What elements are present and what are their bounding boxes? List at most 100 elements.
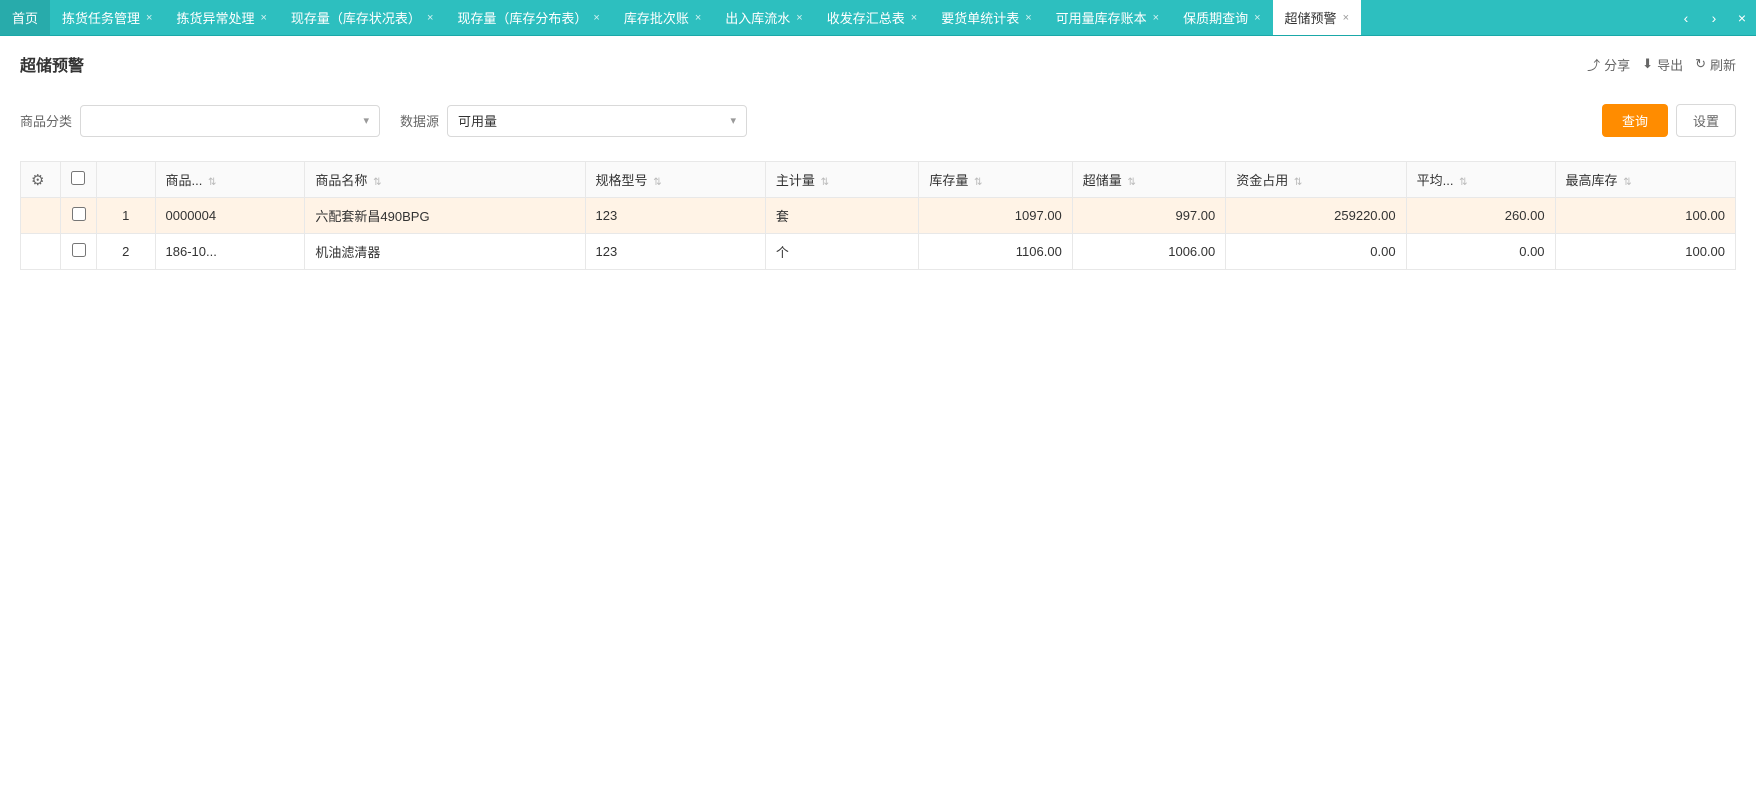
refresh-label: 刷新 <box>1710 55 1736 74</box>
nav-inout-flow-label: 出入库流水 <box>725 8 790 27</box>
th-stock[interactable]: 库存量 ⇅ <box>919 162 1072 198</box>
nav-stock-dist[interactable]: 现存量（库存分布表） × <box>445 0 611 36</box>
td-max-stock: 100.00 <box>1555 234 1735 270</box>
sort-stock-icon: ⇅ <box>974 177 982 188</box>
nav-next-button[interactable]: › <box>1700 0 1728 36</box>
td-product-name: 六配套新昌490BPG <box>305 198 585 234</box>
sort-spec-icon: ⇅ <box>653 177 661 188</box>
th-settings[interactable]: ⚙ <box>21 162 61 198</box>
table-header-row: ⚙ 商品... ⇅ 商品名称 ⇅ 规格型号 ⇅ <box>21 162 1736 198</box>
nav-inout-flow-close[interactable]: × <box>796 12 802 24</box>
td-unit: 个 <box>765 234 918 270</box>
nav-order-stats[interactable]: 要货单统计表 × <box>929 0 1043 36</box>
query-button[interactable]: 查询 <box>1602 104 1668 137</box>
nav-stock-status-close[interactable]: × <box>427 12 433 24</box>
data-table: ⚙ 商品... ⇅ 商品名称 ⇅ 规格型号 ⇅ <box>20 161 1736 270</box>
nav-pick-task-label: 拣货任务管理 <box>62 8 140 27</box>
th-unit[interactable]: 主计量 ⇅ <box>765 162 918 198</box>
nav-stock-status-label: 现存量（库存状况表） <box>291 8 421 27</box>
td-unit: 套 <box>765 198 918 234</box>
td-num: 2 <box>97 234 156 270</box>
nav-overstock-warning[interactable]: 超储预警 × <box>1273 0 1361 36</box>
export-button[interactable]: ⬇ 导出 <box>1642 55 1683 74</box>
settings-button[interactable]: 设置 <box>1676 104 1736 137</box>
th-check <box>61 162 97 198</box>
th-spec[interactable]: 规格型号 ⇅ <box>585 162 765 198</box>
td-capital: 0.00 <box>1226 234 1406 270</box>
select-all-checkbox[interactable] <box>71 171 85 185</box>
th-max-stock[interactable]: 最高库存 ⇅ <box>1555 162 1735 198</box>
nav-stock-status[interactable]: 现存量（库存状况表） × <box>279 0 445 36</box>
td-check-cell[interactable] <box>61 234 97 270</box>
category-chevron-icon: ▾ <box>363 114 369 127</box>
export-label: 导出 <box>1657 55 1683 74</box>
category-select[interactable]: ▾ <box>80 105 380 137</box>
datasource-label: 数据源 <box>400 111 439 130</box>
nav-overstock-warning-close[interactable]: × <box>1343 12 1349 24</box>
td-overstock: 997.00 <box>1072 198 1225 234</box>
sort-max-stock-icon: ⇅ <box>1623 177 1631 188</box>
td-overstock: 1006.00 <box>1072 234 1225 270</box>
gear-icon[interactable]: ⚙ <box>31 172 44 189</box>
refresh-button[interactable]: ↻ 刷新 <box>1695 55 1736 74</box>
row-checkbox-0[interactable] <box>72 207 86 221</box>
nav-pick-task[interactable]: 拣货任务管理 × <box>50 0 164 36</box>
td-num: 1 <box>97 198 156 234</box>
share-button[interactable]: ⤴ 分享 <box>1587 55 1630 74</box>
th-product-code[interactable]: 商品... ⇅ <box>155 162 305 198</box>
th-overstock[interactable]: 超储量 ⇅ <box>1072 162 1225 198</box>
nav-inout-flow[interactable]: 出入库流水 × <box>713 0 814 36</box>
nav-pick-exception[interactable]: 拣货异常处理 × <box>164 0 278 36</box>
sort-avg-price-icon: ⇅ <box>1459 177 1467 188</box>
th-product-name[interactable]: 商品名称 ⇅ <box>305 162 585 198</box>
nav-stock-dist-label: 现存量（库存分布表） <box>457 8 587 27</box>
page-header: 超储预警 ⤴ 分享 ⬇ 导出 ↻ 刷新 <box>20 52 1736 76</box>
td-avg-price: 0.00 <box>1406 234 1555 270</box>
nav-available-stock-label: 可用量库存账本 <box>1056 8 1147 27</box>
th-num <box>97 162 156 198</box>
nav-close-button[interactable]: × <box>1728 0 1756 36</box>
nav-home[interactable]: 首页 <box>0 0 50 36</box>
nav-expiry-query[interactable]: 保质期查询 × <box>1171 0 1272 36</box>
sort-product-name-icon: ⇅ <box>373 177 381 188</box>
nav-overstock-warning-label: 超储预警 <box>1285 8 1337 27</box>
share-icon: ⤴ <box>1587 55 1600 74</box>
nav-pick-task-close[interactable]: × <box>146 12 152 24</box>
sort-unit-icon: ⇅ <box>821 177 829 188</box>
table-row: 1 0000004 六配套新昌490BPG 123 套 1097.00 997.… <box>21 198 1736 234</box>
nav-stock-dist-close[interactable]: × <box>593 12 599 24</box>
sort-product-code-icon: ⇅ <box>208 177 216 188</box>
td-product-code: 186-10... <box>155 234 305 270</box>
td-max-stock: 100.00 <box>1555 198 1735 234</box>
nav-prev-button[interactable]: ‹ <box>1672 0 1700 36</box>
nav-recv-send-summary[interactable]: 收发存汇总表 × <box>815 0 929 36</box>
nav-batch-account-close[interactable]: × <box>695 12 701 24</box>
th-avg-price[interactable]: 平均... ⇅ <box>1406 162 1555 198</box>
nav-batch-account-label: 库存批次账 <box>624 8 689 27</box>
nav-batch-account[interactable]: 库存批次账 × <box>612 0 713 36</box>
datasource-select[interactable]: 可用量 ▾ <box>447 105 747 137</box>
sort-capital-icon: ⇅ <box>1294 177 1302 188</box>
nav-expiry-query-close[interactable]: × <box>1254 12 1260 24</box>
th-capital[interactable]: 资金占用 ⇅ <box>1226 162 1406 198</box>
nav-available-stock[interactable]: 可用量库存账本 × <box>1044 0 1171 36</box>
datasource-filter: 数据源 可用量 ▾ <box>400 105 747 137</box>
td-check-cell[interactable] <box>61 198 97 234</box>
td-capital: 259220.00 <box>1226 198 1406 234</box>
export-icon: ⬇ <box>1642 56 1653 72</box>
td-stock: 1106.00 <box>919 234 1072 270</box>
td-product-code: 0000004 <box>155 198 305 234</box>
nav-recv-send-summary-close[interactable]: × <box>911 12 917 24</box>
top-nav: 首页 拣货任务管理 × 拣货异常处理 × 现存量（库存状况表） × 现存量（库存… <box>0 0 1756 36</box>
datasource-value: 可用量 <box>458 111 497 130</box>
nav-order-stats-close[interactable]: × <box>1025 12 1031 24</box>
nav-pick-exception-close[interactable]: × <box>260 12 266 24</box>
filter-actions: 查询 设置 <box>1602 104 1736 137</box>
nav-pick-exception-label: 拣货异常处理 <box>176 8 254 27</box>
refresh-icon: ↻ <box>1695 56 1706 72</box>
row-checkbox-1[interactable] <box>72 243 86 257</box>
sort-overstock-icon: ⇅ <box>1127 177 1135 188</box>
nav-expiry-query-label: 保质期查询 <box>1183 8 1248 27</box>
td-product-name: 机油滤清器 <box>305 234 585 270</box>
nav-available-stock-close[interactable]: × <box>1153 12 1159 24</box>
